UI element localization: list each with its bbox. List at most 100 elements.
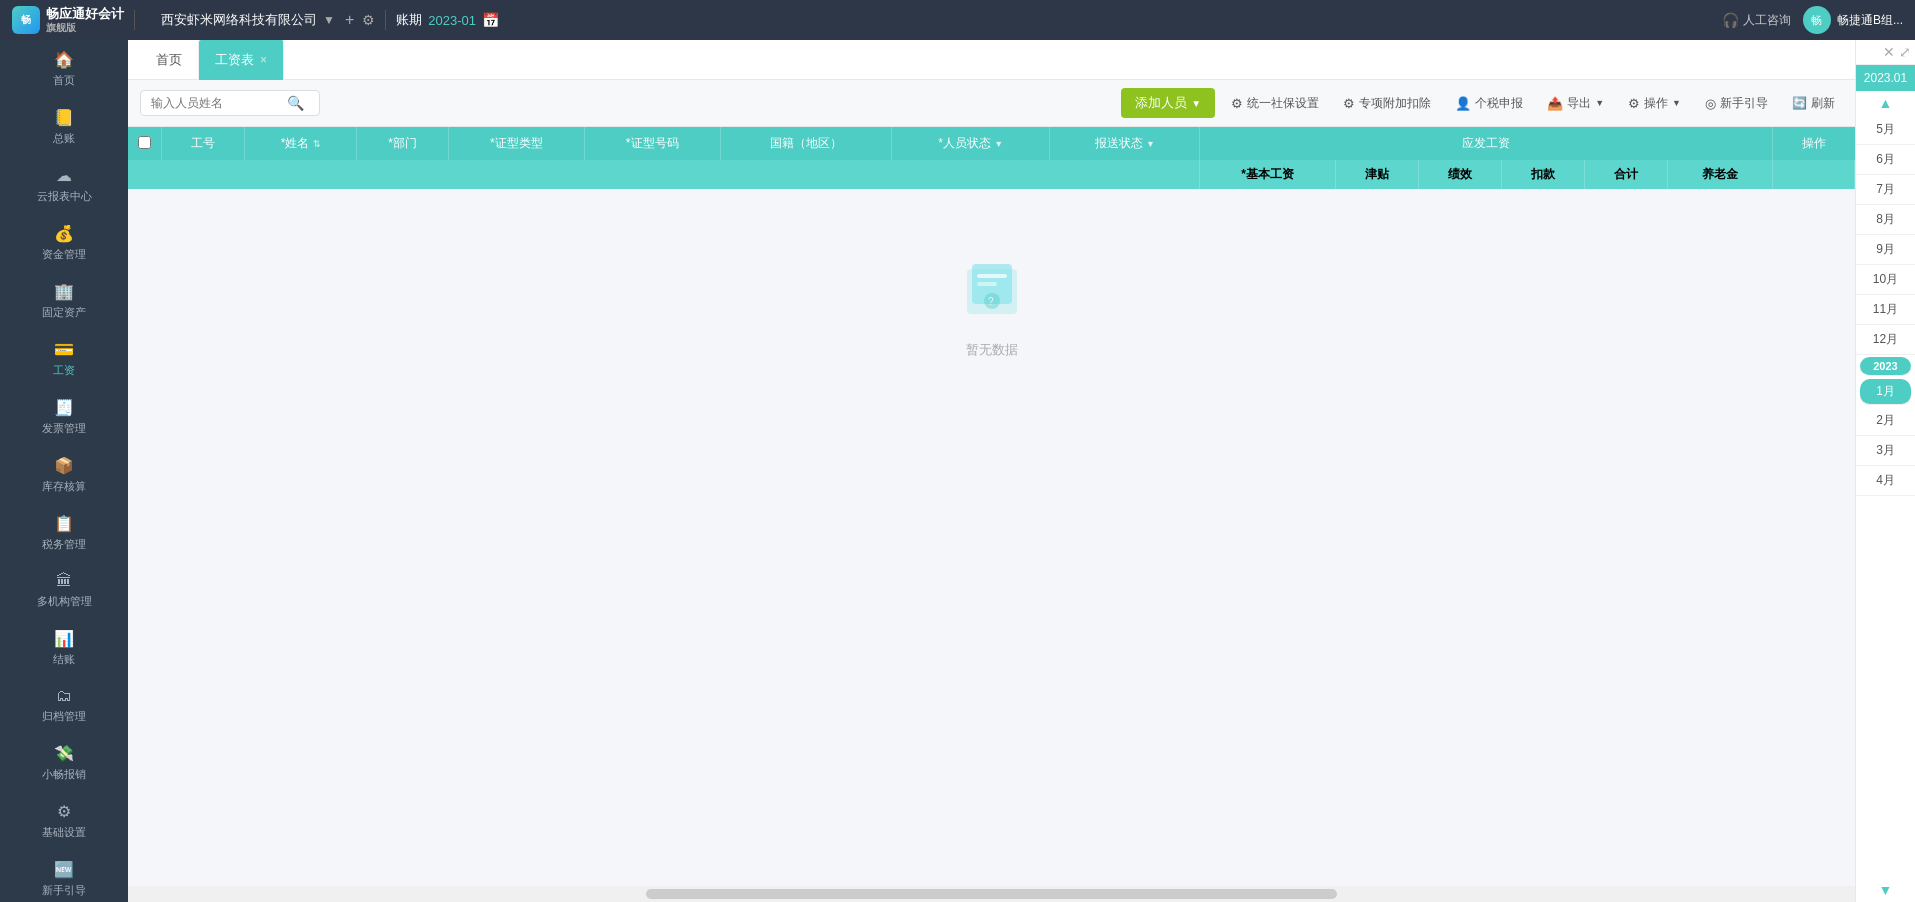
company-dropdown-icon[interactable]: ▼ (323, 13, 335, 27)
operations-btn[interactable]: ⚙ 操作 ▼ (1620, 91, 1689, 116)
ledger-icon: 📒 (54, 108, 74, 127)
month-6[interactable]: 6月 (1856, 145, 1915, 175)
col-name[interactable]: *姓名 ⇅ (244, 127, 356, 160)
social-security-label: 统一社保设置 (1247, 95, 1319, 112)
sidebar-item-report[interactable]: ☁ 云报表中心 (0, 156, 128, 214)
search-wrap[interactable]: 🔍 (140, 90, 320, 116)
sidebar-label-invoice: 发票管理 (42, 421, 86, 436)
right-panel-expand-btn[interactable]: ⤢ (1899, 44, 1911, 60)
right-panel: ✕ ⤢ 2023.01 ▲ 5月 6月 7月 8月 9月 10月 11月 12月… (1855, 40, 1915, 902)
sidebar-item-close[interactable]: 📊 结账 (0, 619, 128, 677)
month-list: 5月 6月 7月 8月 9月 10月 11月 12月 2023 1月 2月 3月… (1856, 115, 1915, 878)
refresh-btn[interactable]: 🔄 刷新 (1784, 91, 1843, 116)
sidebar-item-inventory[interactable]: 📦 库存核算 (0, 446, 128, 504)
sidebar-item-asset[interactable]: 🏢 固定资产 (0, 272, 128, 330)
sub-col-actions (1772, 160, 1854, 189)
month-7[interactable]: 7月 (1856, 175, 1915, 205)
refresh-icon: 🔄 (1792, 96, 1807, 110)
sidebar-item-guide[interactable]: 🆕 新手引导 (0, 850, 128, 902)
logo-icon: 畅 (12, 6, 40, 34)
tax-icon: 📋 (54, 514, 74, 533)
sidebar-item-finance[interactable]: 💰 资金管理 (0, 214, 128, 272)
tab-home-label: 首页 (156, 51, 182, 69)
sidebar-item-archive[interactable]: 🗂 归档管理 (0, 677, 128, 734)
company-selector[interactable]: 西安虾米网络科技有限公司 ▼ (161, 11, 335, 29)
sidebar-label-tax: 税务管理 (42, 537, 86, 552)
sidebar-item-expense[interactable]: 💸 小畅报销 (0, 734, 128, 792)
tab-home[interactable]: 首页 (140, 40, 199, 80)
col-report-status[interactable]: 报送状态 ▼ (1050, 127, 1200, 160)
bottom-scrollbar[interactable] (128, 886, 1855, 902)
personal-tax-btn[interactable]: 👤 个税申报 (1447, 91, 1531, 116)
sidebar-label-asset: 固定资产 (42, 305, 86, 320)
support-btn[interactable]: 🎧 人工咨询 (1722, 12, 1791, 29)
main-area: 🏠 首页 📒 总账 ☁ 云报表中心 💰 资金管理 🏢 固定资产 💳 工资 (0, 40, 1915, 902)
header-add-btn[interactable]: + (345, 11, 354, 29)
sidebar-item-home[interactable]: 🏠 首页 (0, 40, 128, 98)
month-2[interactable]: 2月 (1856, 406, 1915, 436)
sub-col-performance: 绩效 (1418, 160, 1501, 189)
month-3[interactable]: 3月 (1856, 436, 1915, 466)
month-4[interactable]: 4月 (1856, 466, 1915, 496)
logo-main-text: 畅应通好会计 (46, 6, 124, 22)
sidebar-item-tax[interactable]: 📋 税务管理 (0, 504, 128, 562)
right-panel-close-btn[interactable]: ✕ (1883, 44, 1895, 60)
bottom-scroll-thumb[interactable] (646, 889, 1337, 899)
sidebar-item-ledger[interactable]: 📒 总账 (0, 98, 128, 156)
header-settings-btn[interactable]: ⚙ (362, 12, 375, 28)
app-container: 畅 畅应通好会计 旗舰版 西安虾米网络科技有限公司 ▼ + ⚙ 账期 2023-… (0, 0, 1915, 902)
filter-person-status-icon[interactable]: ▼ (994, 139, 1003, 149)
search-input[interactable] (151, 96, 281, 110)
right-panel-up-arrow[interactable]: ▲ (1856, 91, 1915, 115)
sidebar-label-settings: 基础设置 (42, 825, 86, 840)
month-12[interactable]: 12月 (1856, 325, 1915, 355)
period-calendar-icon[interactable]: 📅 (482, 12, 499, 28)
month-5[interactable]: 5月 (1856, 115, 1915, 145)
guide-btn[interactable]: ◎ 新手引导 (1697, 91, 1776, 116)
col-checkbox[interactable] (128, 127, 162, 160)
guide-label: 新手引导 (1720, 95, 1768, 112)
sidebar-item-invoice[interactable]: 🧾 发票管理 (0, 388, 128, 446)
sidebar-item-salary[interactable]: 💳 工资 (0, 330, 128, 388)
sidebar-item-multi[interactable]: 🏛 多机构管理 (0, 562, 128, 619)
special-deduct-btn[interactable]: ⚙ 专项附加扣除 (1335, 91, 1439, 116)
guide-icon: 🆕 (54, 860, 74, 879)
sort-name-icon[interactable]: ⇅ (313, 139, 321, 149)
finance-icon: 💰 (54, 224, 74, 243)
right-panel-top: ✕ ⤢ (1856, 40, 1915, 65)
table-header-row: 工号 *姓名 ⇅ *部门 *证型类型 *证型号码 国籍（地区） *人员状态 (128, 127, 1855, 160)
col-actions: 操作 (1772, 127, 1854, 160)
logo-text-wrap: 畅应通好会计 旗舰版 (46, 6, 124, 34)
export-btn[interactable]: 📤 导出 ▼ (1539, 91, 1612, 116)
sidebar-label-close: 结账 (53, 652, 75, 667)
tab-salary-close[interactable]: × (260, 53, 267, 67)
social-security-btn[interactable]: ⚙ 统一社保设置 (1223, 91, 1327, 116)
export-label: 导出 (1567, 95, 1591, 112)
select-all-checkbox[interactable] (138, 136, 151, 149)
month-10[interactable]: 10月 (1856, 265, 1915, 295)
sidebar-label-finance: 资金管理 (42, 247, 86, 262)
table-sub-header-row: *基本工资 津贴 绩效 扣款 合计 养老金 (128, 160, 1855, 189)
invoice-icon: 🧾 (54, 398, 74, 417)
avatar[interactable]: 畅 (1803, 6, 1831, 34)
social-security-icon: ⚙ (1231, 96, 1243, 111)
add-person-button[interactable]: 添加人员 ▼ (1121, 88, 1215, 118)
month-1-active[interactable]: 1月 (1860, 379, 1911, 405)
user-area[interactable]: 畅 畅捷通B组... (1803, 6, 1903, 34)
tabs-bar: 首页 工资表 × (128, 40, 1855, 80)
sidebar-item-settings[interactable]: ⚙ 基础设置 (0, 792, 128, 850)
col-person-status[interactable]: *人员状态 ▼ (892, 127, 1050, 160)
operations-icon: ⚙ (1628, 96, 1640, 111)
month-9[interactable]: 9月 (1856, 235, 1915, 265)
filter-report-status-icon[interactable]: ▼ (1146, 139, 1155, 149)
month-8[interactable]: 8月 (1856, 205, 1915, 235)
period-selector[interactable]: 账期 2023-01 📅 (396, 11, 499, 29)
right-panel-down-arrow[interactable]: ▼ (1856, 878, 1915, 902)
tab-salary[interactable]: 工资表 × (199, 40, 284, 80)
personal-tax-icon: 👤 (1455, 96, 1471, 111)
personal-tax-label: 个税申报 (1475, 95, 1523, 112)
month-11[interactable]: 11月 (1856, 295, 1915, 325)
sidebar-label-multi: 多机构管理 (37, 594, 92, 609)
multi-icon: 🏛 (56, 572, 72, 590)
period-value: 2023-01 (428, 13, 476, 28)
